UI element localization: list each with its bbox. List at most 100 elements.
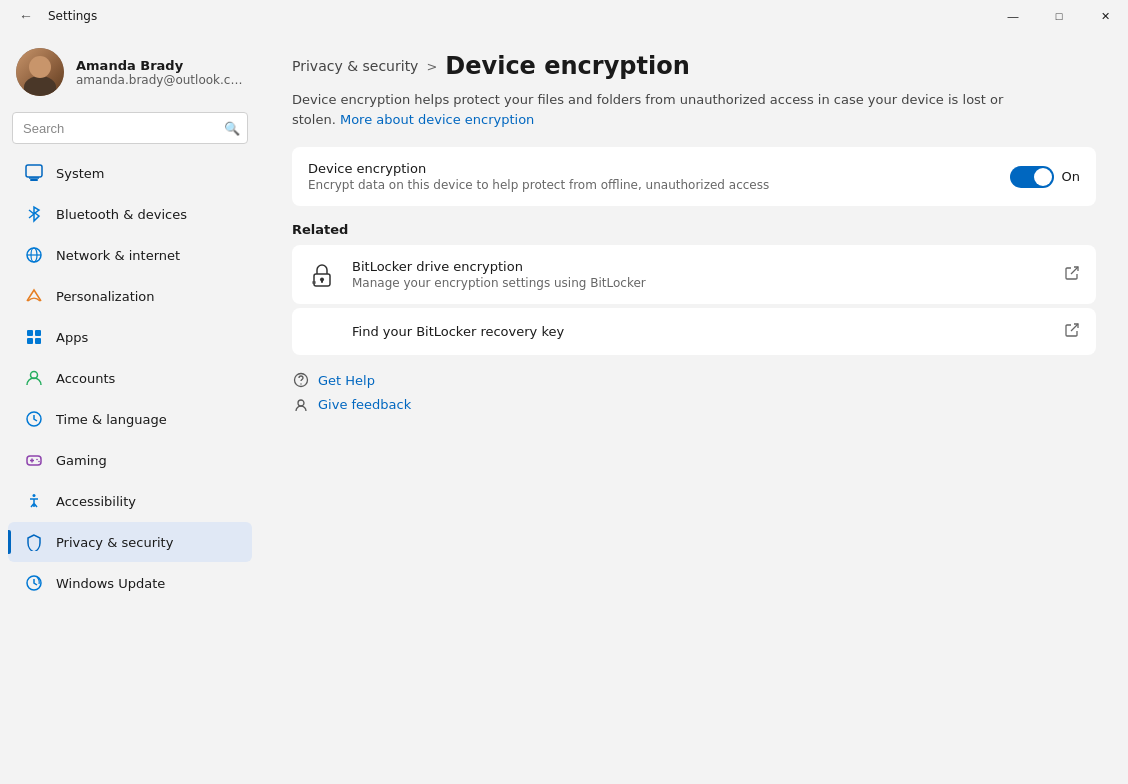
sidebar-item-privacy-security-label: Privacy & security: [56, 535, 173, 550]
svg-line-25: [1071, 267, 1078, 274]
search-input[interactable]: [12, 112, 248, 144]
recovery-key-card: Find your BitLocker recovery key: [292, 308, 1096, 355]
sidebar-item-accounts-label: Accounts: [56, 371, 115, 386]
back-button[interactable]: ←: [12, 2, 40, 30]
avatar-body: [24, 76, 56, 96]
bitlocker-external-link-icon: [1064, 265, 1080, 284]
toggle-wrap: On: [1010, 166, 1080, 188]
windows-update-icon: [24, 573, 44, 593]
device-encryption-card: Device encryption Encrypt data on this d…: [292, 147, 1096, 206]
bitlocker-icon: [308, 261, 336, 289]
gaming-icon: [24, 450, 44, 470]
svg-line-26: [1071, 324, 1078, 331]
breadcrumb-separator: >: [426, 59, 437, 74]
svg-rect-8: [27, 330, 33, 336]
svg-rect-10: [27, 338, 33, 344]
sidebar-item-gaming[interactable]: Gaming: [8, 440, 252, 480]
accounts-icon: [24, 368, 44, 388]
bitlocker-card: BitLocker drive encryption Manage your e…: [292, 245, 1096, 304]
network-icon: [24, 245, 44, 265]
svg-point-28: [300, 383, 301, 384]
recovery-key-title: Find your BitLocker recovery key: [352, 324, 1048, 339]
recovery-key-text: Find your BitLocker recovery key: [308, 324, 1048, 339]
personalization-icon: [24, 286, 44, 306]
sidebar-item-time-language-label: Time & language: [56, 412, 167, 427]
user-info: Amanda Brady amanda.brady@outlook.com: [76, 58, 244, 87]
maximize-button[interactable]: □: [1036, 0, 1082, 32]
sidebar-item-time-language[interactable]: Time & language: [8, 399, 252, 439]
bitlocker-text: BitLocker drive encryption Manage your e…: [352, 259, 1048, 290]
time-language-icon: [24, 409, 44, 429]
content-area: Privacy & security > Device encryption D…: [260, 32, 1128, 784]
privacy-security-icon: [24, 532, 44, 552]
search-box: 🔍: [12, 112, 248, 144]
sidebar-item-personalization-label: Personalization: [56, 289, 155, 304]
device-encryption-title: Device encryption: [308, 161, 994, 176]
sidebar-item-gaming-label: Gaming: [56, 453, 107, 468]
give-feedback-icon: [292, 395, 310, 413]
sidebar-item-privacy-security[interactable]: Privacy & security: [8, 522, 252, 562]
related-section-label: Related: [292, 222, 1096, 237]
user-name: Amanda Brady: [76, 58, 244, 73]
sidebar-item-accessibility[interactable]: Accessibility: [8, 481, 252, 521]
sidebar-item-apps-label: Apps: [56, 330, 88, 345]
accessibility-icon: [24, 491, 44, 511]
apps-icon: [24, 327, 44, 347]
page-description: Device encryption helps protect your fil…: [292, 90, 1042, 129]
sidebar-item-network[interactable]: Network & internet: [8, 235, 252, 275]
recovery-key-row[interactable]: Find your BitLocker recovery key: [292, 308, 1096, 355]
sidebar-nav: System Bluetooth & devices: [0, 152, 260, 604]
recovery-key-external-link-icon: [1064, 322, 1080, 341]
sidebar-item-windows-update[interactable]: Windows Update: [8, 563, 252, 603]
sidebar-item-system[interactable]: System: [8, 153, 252, 193]
help-links: Get Help Give feedback: [292, 371, 1096, 413]
sidebar-item-bluetooth[interactable]: Bluetooth & devices: [8, 194, 252, 234]
bitlocker-title: BitLocker drive encryption: [352, 259, 1048, 274]
system-icon: [24, 163, 44, 183]
avatar-head: [29, 56, 51, 78]
svg-point-19: [33, 494, 36, 497]
device-encryption-action: On: [1010, 166, 1080, 188]
sidebar-item-apps[interactable]: Apps: [8, 317, 252, 357]
bitlocker-row[interactable]: BitLocker drive encryption Manage your e…: [292, 245, 1096, 304]
avatar: [16, 48, 64, 96]
window-title: Settings: [48, 9, 97, 23]
device-encryption-subtitle: Encrypt data on this device to help prot…: [308, 178, 994, 192]
svg-rect-0: [26, 165, 42, 177]
sidebar: Amanda Brady amanda.brady@outlook.com 🔍 …: [0, 32, 260, 784]
search-icon: 🔍: [224, 121, 240, 136]
get-help-link[interactable]: Get Help: [292, 371, 1096, 389]
breadcrumb-parent: Privacy & security: [292, 58, 418, 74]
user-section: Amanda Brady amanda.brady@outlook.com: [0, 32, 260, 108]
svg-rect-23: [321, 279, 323, 283]
sidebar-item-bluetooth-label: Bluetooth & devices: [56, 207, 187, 222]
svg-rect-1: [30, 179, 38, 181]
bitlocker-subtitle: Manage your encryption settings using Bi…: [352, 276, 1048, 290]
give-feedback-label: Give feedback: [318, 397, 411, 412]
svg-point-18: [38, 461, 40, 463]
avatar-image: [16, 48, 64, 96]
sidebar-item-system-label: System: [56, 166, 104, 181]
svg-rect-11: [35, 338, 41, 344]
app-body: Amanda Brady amanda.brady@outlook.com 🔍 …: [0, 32, 1128, 784]
more-about-link[interactable]: More about device encryption: [340, 112, 534, 127]
sidebar-item-accounts[interactable]: Accounts: [8, 358, 252, 398]
sidebar-item-network-label: Network & internet: [56, 248, 180, 263]
svg-rect-9: [35, 330, 41, 336]
svg-point-29: [298, 400, 304, 406]
device-encryption-row: Device encryption Encrypt data on this d…: [292, 147, 1096, 206]
minimize-button[interactable]: —: [990, 0, 1036, 32]
breadcrumb-current: Device encryption: [445, 52, 689, 80]
breadcrumb: Privacy & security > Device encryption: [292, 52, 1096, 80]
svg-rect-24: [312, 281, 316, 284]
close-button[interactable]: ✕: [1082, 0, 1128, 32]
device-encryption-toggle[interactable]: [1010, 166, 1054, 188]
give-feedback-link[interactable]: Give feedback: [292, 395, 1096, 413]
sidebar-item-windows-update-label: Windows Update: [56, 576, 165, 591]
sidebar-item-accessibility-label: Accessibility: [56, 494, 136, 509]
titlebar: ← Settings — □ ✕: [0, 0, 1128, 32]
get-help-icon: [292, 371, 310, 389]
toggle-label: On: [1062, 169, 1080, 184]
user-email: amanda.brady@outlook.com: [76, 73, 244, 87]
sidebar-item-personalization[interactable]: Personalization: [8, 276, 252, 316]
